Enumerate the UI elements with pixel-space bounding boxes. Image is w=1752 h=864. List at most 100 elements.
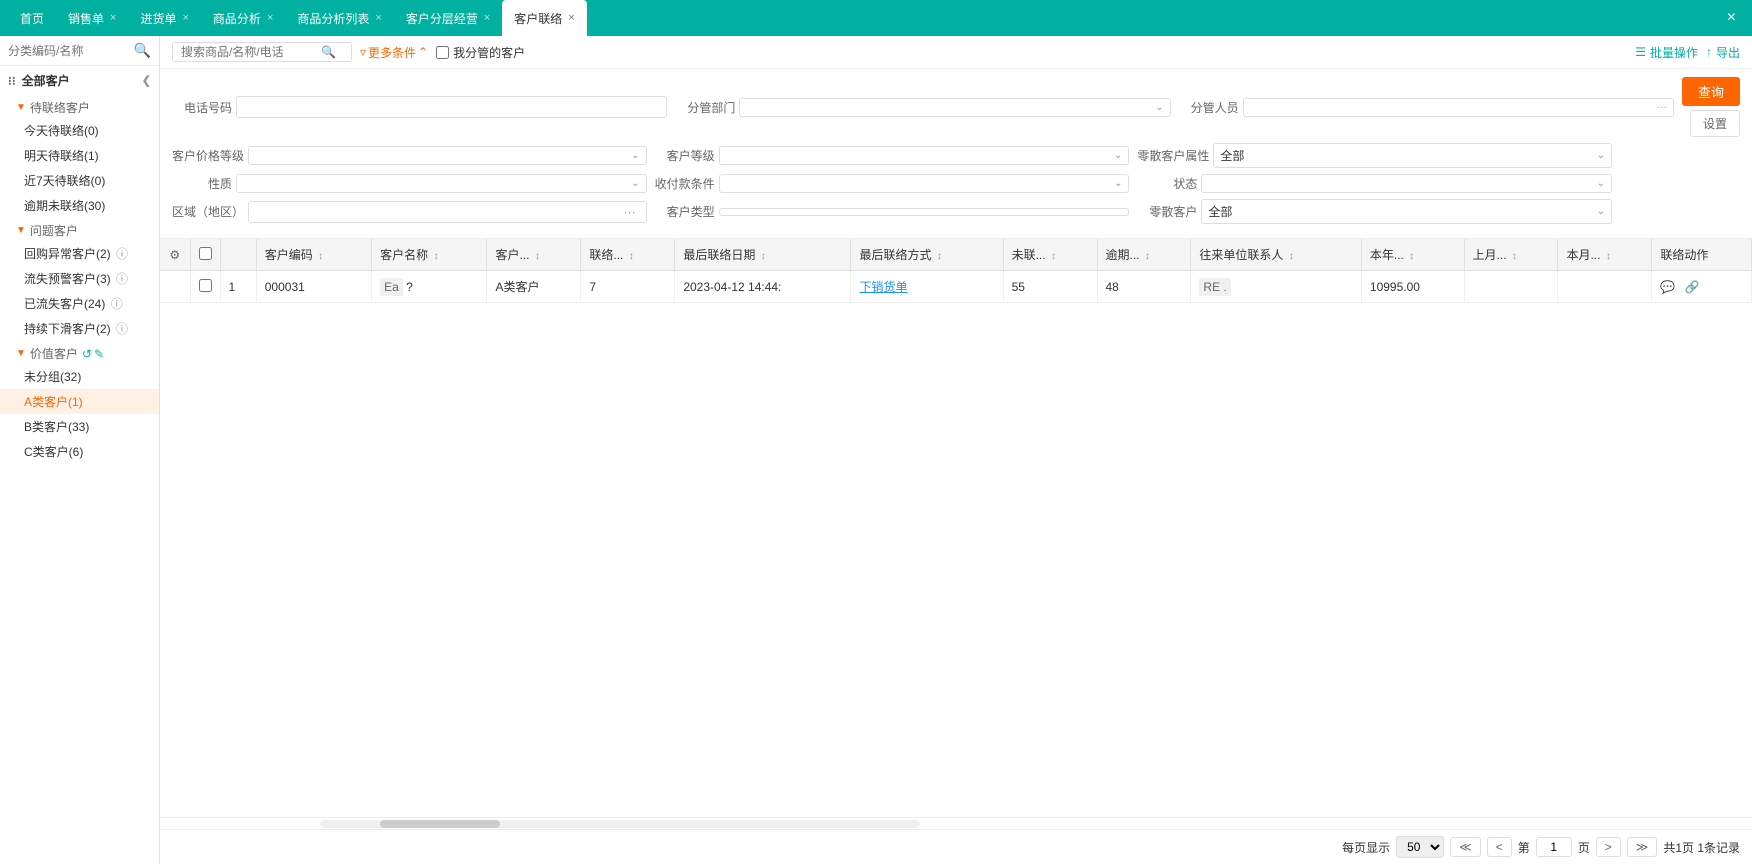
col-overdue-sort-icon[interactable]: ↕ — [1145, 251, 1150, 262]
export-button[interactable]: ↑ 导出 — [1706, 44, 1740, 61]
nav-purchase[interactable]: 进货单 × — [128, 0, 200, 36]
region-select[interactable]: ··· — [248, 201, 647, 223]
col-code[interactable]: 客户编码 ↕ — [256, 239, 371, 271]
col-last-method-sort-icon[interactable]: ↕ — [937, 251, 942, 262]
col-type[interactable]: 客户... ↕ — [487, 239, 581, 271]
nav-home[interactable]: 首页 — [8, 0, 56, 36]
collapse-icon[interactable]: ❮ — [142, 74, 151, 87]
scroll-bar-wrapper — [320, 820, 920, 828]
col-unit-contact[interactable]: 往来单位联系人 ↕ — [1191, 239, 1361, 271]
all-customers-header[interactable]: ⁝⁝ 全部客户 ❮ — [0, 66, 159, 95]
batch-ops-button[interactable]: ☰ 批量操作 — [1635, 44, 1698, 61]
status-select[interactable]: ⌄ — [1201, 174, 1612, 193]
sidebar-item-7days-pending[interactable]: 近7天待联络(0) — [0, 168, 159, 193]
retail-customer-select[interactable]: 全部 ⌄ — [1201, 199, 1612, 224]
close-customer-contact-icon[interactable]: × — [568, 12, 574, 24]
col-last-date-sort-icon[interactable]: ↕ — [761, 251, 766, 262]
my-customers-checkbox[interactable] — [436, 46, 449, 59]
edit-value-icon[interactable]: ✎ — [94, 347, 104, 361]
col-code-sort-icon[interactable]: ↕ — [318, 251, 323, 262]
sidebar-item-c-class[interactable]: C类客户(6) — [0, 439, 159, 464]
sidebar-item-declining[interactable]: 持续下滑客户(2) ⓘ — [0, 316, 159, 341]
page-number-input[interactable] — [1536, 837, 1572, 857]
customer-level-select[interactable]: ⌄ — [719, 146, 1130, 165]
sidebar-item-unclassified[interactable]: 未分组(32) — [0, 364, 159, 389]
col-overdue[interactable]: 逾期... ↕ — [1097, 239, 1191, 271]
link-action-icon[interactable]: 🔗 — [1685, 280, 1700, 294]
filter-search-input[interactable] — [181, 45, 321, 59]
sidebar-item-overdue-contact[interactable]: 逾期未联络(30) — [0, 193, 159, 218]
col-this-month[interactable]: 本月... ↕ — [1558, 239, 1652, 271]
sidebar-item-today-pending[interactable]: 今天待联络(0) — [0, 118, 159, 143]
nav-sales[interactable]: 销售单 × — [56, 0, 128, 36]
col-name-sort-icon[interactable]: ↕ — [433, 251, 438, 262]
phone-field: 电话号码 — [172, 96, 667, 118]
col-no-contact[interactable]: 未联... ↕ — [1003, 239, 1097, 271]
sidebar-item-a-class[interactable]: A类客户(1) — [0, 389, 159, 414]
col-contact[interactable]: 联络... ↕ — [581, 239, 675, 271]
nav-customer-contact[interactable]: 客户联络 × — [502, 0, 586, 36]
phone-input[interactable] — [236, 96, 667, 118]
chat-action-icon[interactable]: 💬 — [1660, 280, 1675, 294]
customer-type-select[interactable] — [719, 208, 1130, 216]
row-last-contact-method[interactable]: 下销货单 — [851, 271, 1003, 303]
col-contact-sort-icon[interactable]: ↕ — [629, 251, 634, 262]
col-type-sort-icon[interactable]: ↕ — [535, 251, 540, 262]
price-level-select[interactable]: ⌄ — [248, 146, 647, 165]
col-this-year-sort-icon[interactable]: ↕ — [1409, 251, 1414, 262]
prev-page-button[interactable]: < — [1487, 837, 1512, 857]
row-contact-count: 7 — [581, 271, 675, 303]
payment-select[interactable]: ⌄ — [719, 174, 1130, 193]
name-avatar: Ea — [380, 278, 403, 296]
first-page-button[interactable]: ≪ — [1450, 837, 1481, 857]
nature-select[interactable]: ⌄ — [236, 174, 647, 193]
retail-attr-select[interactable]: 全部 ⌄ — [1213, 143, 1612, 168]
col-name[interactable]: 客户名称 ↕ — [372, 239, 487, 271]
close-product-analysis-icon[interactable]: × — [267, 12, 273, 24]
row-no-contact: 55 — [1003, 271, 1097, 303]
col-gear[interactable]: ⚙ — [160, 239, 190, 271]
close-customer-tier-icon[interactable]: × — [484, 12, 490, 24]
sidebar-item-repurchase-abnormal[interactable]: 回购异常客户(2) ⓘ — [0, 241, 159, 266]
nav-customer-tier[interactable]: 客户分层经营 × — [394, 0, 502, 36]
sidebar-item-churned[interactable]: 已流失客户(24) ⓘ — [0, 291, 159, 316]
row-checkbox[interactable] — [199, 279, 212, 292]
sidebar-item-tomorrow-pending[interactable]: 明天待联络(1) — [0, 143, 159, 168]
sidebar-search-input[interactable] — [8, 44, 134, 58]
col-this-year[interactable]: 本年... ↕ — [1361, 239, 1464, 271]
last-page-button[interactable]: ≫ — [1627, 837, 1658, 857]
more-conditions-button[interactable]: ▿ 更多条件 ⌃ — [360, 44, 428, 61]
refresh-value-icon[interactable]: ↺ — [82, 347, 92, 361]
dept-select[interactable]: ⌄ — [739, 98, 1170, 117]
col-last-month[interactable]: 上月... ↕ — [1464, 239, 1558, 271]
filter-search-icon[interactable]: 🔍 — [321, 45, 336, 59]
window-close-button[interactable]: × — [1719, 9, 1744, 27]
next-page-button[interactable]: > — [1596, 837, 1621, 857]
close-product-list-icon[interactable]: × — [375, 12, 381, 24]
col-unit-sort-icon[interactable]: ↕ — [1289, 251, 1294, 262]
nav-product-analysis-list[interactable]: 商品分析列表 × — [285, 0, 393, 36]
status-chevron-icon: ⌄ — [1597, 178, 1605, 189]
select-all-checkbox[interactable] — [199, 247, 212, 260]
contact-method-link[interactable]: 下销货单 — [859, 280, 907, 294]
col-last-contact-date[interactable]: 最后联络日期 ↕ — [675, 239, 851, 271]
sidebar-item-b-class[interactable]: B类客户(33) — [0, 414, 159, 439]
table-header-row: ⚙ 客户编码 ↕ 客户名称 ↕ — [160, 239, 1752, 271]
horizontal-scroll-area[interactable] — [160, 817, 1752, 829]
info-icon-2: ⓘ — [116, 272, 128, 286]
person-select[interactable]: ··· — [1243, 98, 1674, 117]
sidebar-search-icon[interactable]: 🔍 — [134, 42, 151, 59]
col-no-contact-sort-icon[interactable]: ↕ — [1051, 251, 1056, 262]
nav-product-analysis[interactable]: 商品分析 × — [201, 0, 285, 36]
col-last-contact-method[interactable]: 最后联络方式 ↕ — [851, 239, 1003, 271]
close-purchase-icon[interactable]: × — [182, 12, 188, 24]
col-this-month-sort-icon[interactable]: ↕ — [1606, 251, 1611, 262]
close-sales-icon[interactable]: × — [110, 12, 116, 24]
advanced-filter: 电话号码 分管部门 ⌄ 分管人员 ··· — [160, 69, 1752, 239]
scroll-bar-thumb[interactable] — [380, 820, 500, 828]
col-last-month-sort-icon[interactable]: ↕ — [1512, 251, 1517, 262]
query-button[interactable]: 查询 — [1682, 77, 1740, 106]
sidebar-item-churn-warning[interactable]: 流失预警客户(3) ⓘ — [0, 266, 159, 291]
settings-button[interactable]: 设置 — [1690, 110, 1740, 137]
per-page-select[interactable]: 50 — [1396, 836, 1444, 858]
